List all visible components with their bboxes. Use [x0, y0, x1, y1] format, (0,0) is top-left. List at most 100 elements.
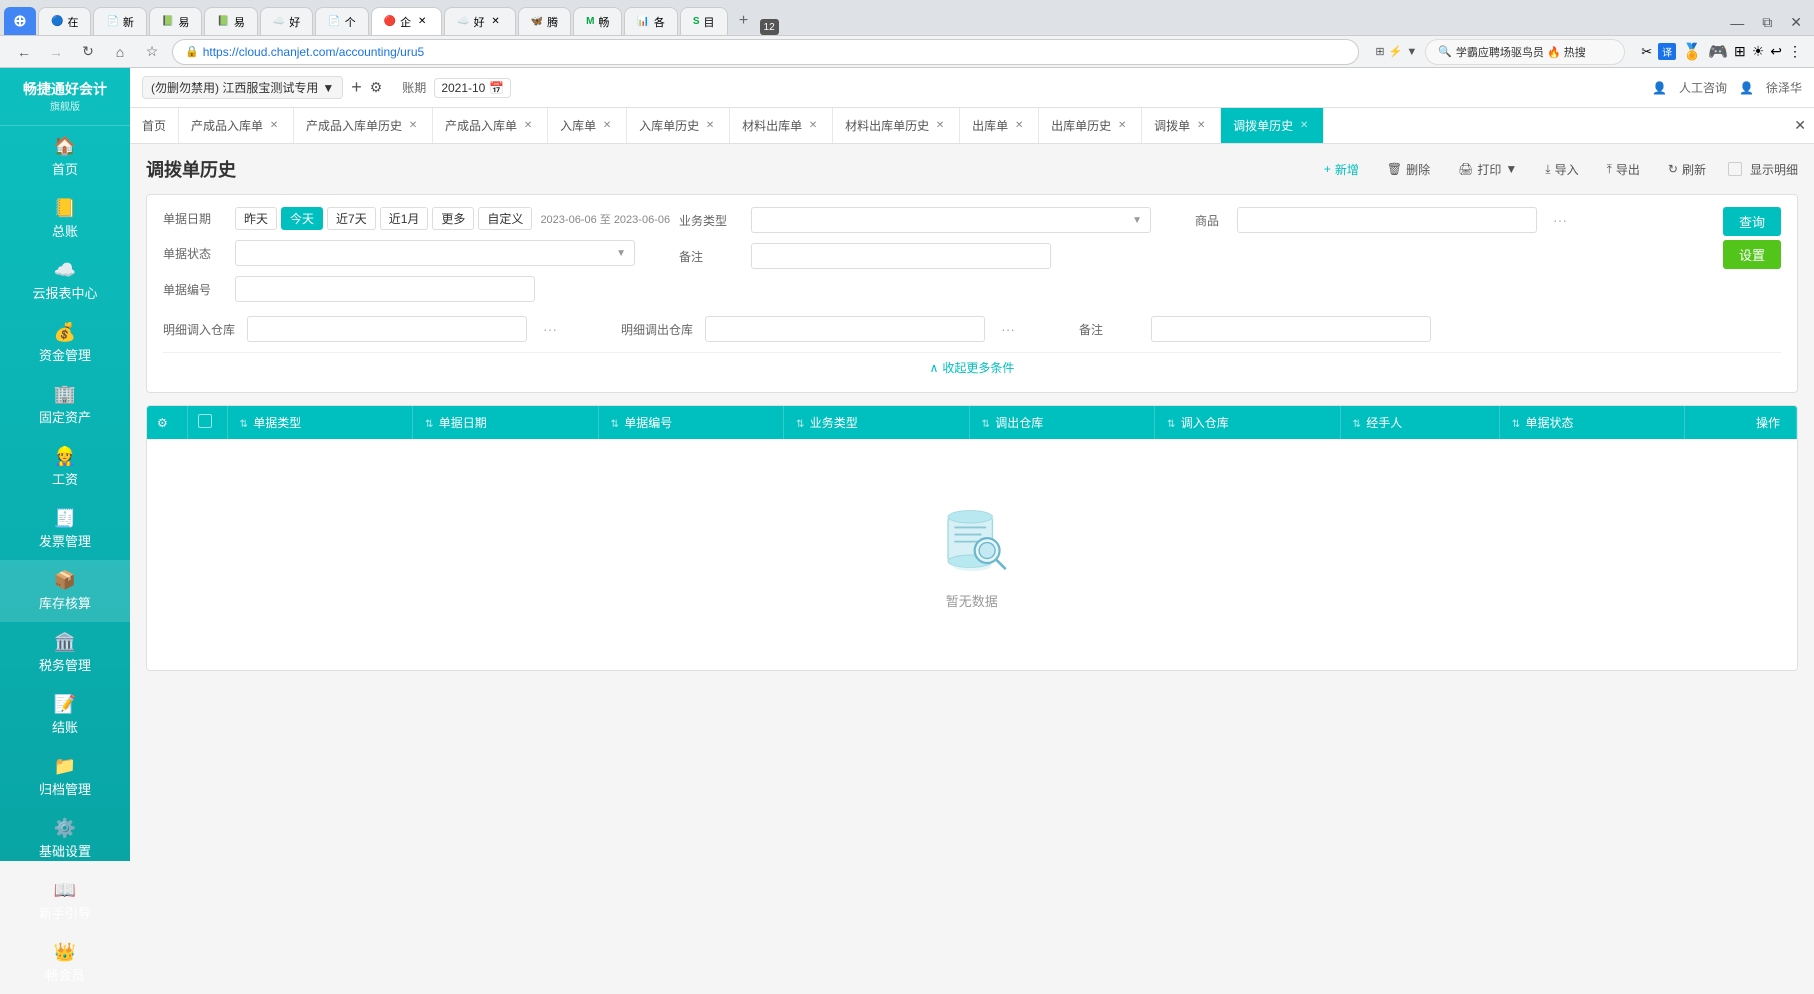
page-tab-instock[interactable]: 入库单 ✕: [548, 108, 627, 144]
note-input[interactable]: [751, 243, 1051, 269]
page-tab-inbound1[interactable]: 产成品入库单 ✕: [179, 108, 294, 144]
col-header-handler[interactable]: ⇅ 经手人: [1340, 406, 1499, 439]
browser-tab-10[interactable]: M 畅: [573, 7, 622, 35]
browser-tab-2[interactable]: 📄 新: [93, 7, 146, 35]
browser-tab-11[interactable]: 📊 各: [624, 7, 677, 35]
page-tab-home[interactable]: 首页: [130, 108, 179, 144]
print-btn[interactable]: 🖨 打印 ▼: [1448, 157, 1527, 182]
close-icon-tab7[interactable]: ✕: [415, 15, 429, 29]
sidebar-item-member[interactable]: 👑 畅会员: [0, 932, 130, 994]
close-all-tabs-btn[interactable]: ✕: [1786, 117, 1814, 134]
close-icon-inbound-hist1[interactable]: ✕: [406, 119, 420, 133]
close-icon-outbound-hist[interactable]: ✕: [1115, 119, 1129, 133]
in-warehouse-more-icon[interactable]: ···: [543, 321, 557, 337]
note2-input[interactable]: [1151, 316, 1431, 342]
page-tab-outbound-material[interactable]: 材料出库单 ✕: [730, 108, 833, 144]
date-btn-7days[interactable]: 近7天: [327, 207, 376, 230]
home-btn[interactable]: ⌂: [108, 40, 132, 64]
gamepad-icon[interactable]: 🎮: [1708, 42, 1728, 62]
new-btn[interactable]: + + 新增 新增: [1314, 157, 1369, 182]
page-tab-outbound-history[interactable]: 出库单历史 ✕: [1039, 108, 1142, 144]
col-header-status[interactable]: ⇅ 单据状态: [1499, 406, 1685, 439]
minimize-btn[interactable]: —: [1722, 11, 1752, 35]
query-btn[interactable]: 查询: [1723, 207, 1781, 236]
out-warehouse-more-icon[interactable]: ···: [1001, 321, 1015, 337]
close-icon-transfer-hist[interactable]: ✕: [1297, 119, 1311, 133]
docno-input[interactable]: [235, 276, 535, 302]
sidebar-item-home[interactable]: 🏠 首页: [0, 126, 130, 188]
goods-input[interactable]: [1237, 207, 1537, 233]
table-gear-header[interactable]: ⚙: [147, 406, 187, 439]
close-icon-instock-hist[interactable]: ✕: [703, 119, 717, 133]
forward-btn[interactable]: →: [44, 40, 68, 64]
browser-tab-3[interactable]: 📗 易: [149, 7, 202, 35]
browser-tab-9[interactable]: 🦋 腾: [518, 7, 571, 35]
sidebar-item-tax[interactable]: 🏛️ 税务管理: [0, 622, 130, 684]
close-window-btn[interactable]: ✕: [1782, 10, 1810, 35]
browser-tab-5[interactable]: ☁️ 好: [260, 7, 313, 35]
collapse-more-btn[interactable]: ∧ 收起更多条件: [163, 352, 1781, 380]
page-tab-transfer[interactable]: 调拨单 ✕: [1142, 108, 1221, 144]
sidebar-item-settings[interactable]: ⚙️ 基础设置: [0, 808, 130, 870]
out-warehouse-input[interactable]: [705, 316, 985, 342]
sidebar-item-ledger[interactable]: 📒 总账: [0, 188, 130, 250]
new-tab-btn[interactable]: +: [730, 7, 758, 35]
sidebar-item-archive[interactable]: 📁 归档管理: [0, 746, 130, 808]
status-select[interactable]: ▼: [235, 240, 635, 266]
biztype-select[interactable]: ▼: [751, 207, 1151, 233]
page-tab-outbound[interactable]: 出库单 ✕: [960, 108, 1039, 144]
extensions-btn[interactable]: ⊞ ⚡ ▼: [1375, 45, 1417, 58]
page-tab-instock-history[interactable]: 入库单历史 ✕: [627, 108, 730, 144]
maximize-btn[interactable]: ⧉: [1754, 10, 1780, 35]
browser-tab-8[interactable]: ☁️ 好 ✕: [444, 7, 515, 35]
close-icon-outbound[interactable]: ✕: [1012, 119, 1026, 133]
col-header-date[interactable]: ⇅ 单据日期: [413, 406, 599, 439]
search-bar[interactable]: 🔍 学霸应聘场驱鸟员 🔥 热搜: [1425, 39, 1625, 65]
col-header-no[interactable]: ⇅ 单据编号: [598, 406, 784, 439]
date-btn-yesterday[interactable]: 昨天: [235, 207, 277, 230]
apps-icon[interactable]: ⊞: [1734, 43, 1746, 60]
reward-icon[interactable]: 🏅: [1682, 42, 1702, 62]
bookmark-btn[interactable]: ☆: [140, 40, 164, 64]
company-selector[interactable]: (勿删勿禁用) 江西服宝测试专用 ▼: [142, 76, 343, 99]
menu-icon[interactable]: ⋮: [1788, 43, 1802, 60]
close-icon-inbound2[interactable]: ✕: [521, 119, 535, 133]
translate-icon[interactable]: 译: [1658, 43, 1676, 60]
col-header-out-warehouse[interactable]: ⇅ 调出仓库: [969, 406, 1155, 439]
page-tab-transfer-history[interactable]: 调拨单历史 ✕: [1221, 108, 1324, 144]
sidebar-item-inventory[interactable]: 📦 库存核算: [0, 560, 130, 622]
date-btn-today[interactable]: 今天: [281, 207, 323, 230]
in-warehouse-input[interactable]: [247, 316, 527, 342]
page-tab-outbound-material-history[interactable]: 材料出库单历史 ✕: [833, 108, 960, 144]
browser-tab-1[interactable]: 🔵 在: [38, 7, 91, 35]
import-btn[interactable]: ⤓ 导入: [1535, 157, 1588, 182]
sidebar-item-assets[interactable]: 🏢 固定资产: [0, 374, 130, 436]
refresh-browser-btn[interactable]: ↻: [76, 40, 100, 64]
close-icon-outbound-mat[interactable]: ✕: [806, 119, 820, 133]
col-header-in-warehouse[interactable]: ⇅ 调入仓库: [1155, 406, 1341, 439]
browser-tab-4[interactable]: 📗 易: [204, 7, 257, 35]
filter-settings-btn[interactable]: 设置: [1723, 240, 1781, 269]
address-bar[interactable]: 🔒 https://cloud.chanjet.com/accounting/u…: [172, 39, 1359, 65]
browser-tab-6[interactable]: 📄 个: [315, 7, 368, 35]
close-icon-outbound-mat-hist[interactable]: ✕: [933, 119, 947, 133]
consult-btn[interactable]: 人工咨询: [1679, 79, 1727, 96]
date-btn-1month[interactable]: 近1月: [380, 207, 429, 230]
period-selector[interactable]: 2021-10 📅: [434, 78, 511, 98]
close-icon-tab8[interactable]: ✕: [489, 15, 503, 29]
add-company-btn[interactable]: +: [351, 77, 362, 98]
export-btn[interactable]: ⤒ 导出: [1597, 157, 1650, 182]
sidebar-item-invoice[interactable]: 🧾 发票管理: [0, 498, 130, 560]
browser-tab-7[interactable]: 🔴 企 ✕: [371, 7, 442, 35]
browser-tab-logo[interactable]: ⊕: [4, 7, 36, 35]
scissors-icon[interactable]: ✂: [1641, 44, 1652, 60]
page-tab-inbound-history1[interactable]: 产成品入库单历史 ✕: [294, 108, 433, 144]
theme-icon[interactable]: ☀: [1752, 43, 1765, 60]
close-icon-transfer[interactable]: ✕: [1194, 119, 1208, 133]
col-header-type[interactable]: ⇅ 单据类型: [227, 406, 413, 439]
table-checkbox-header[interactable]: [187, 406, 227, 439]
goods-more-icon[interactable]: ···: [1553, 212, 1567, 228]
refresh-btn[interactable]: ↻ 刷新: [1658, 157, 1716, 182]
display-toggle[interactable]: 显示明细: [1728, 161, 1798, 178]
company-settings-btn[interactable]: ⚙: [370, 79, 383, 96]
